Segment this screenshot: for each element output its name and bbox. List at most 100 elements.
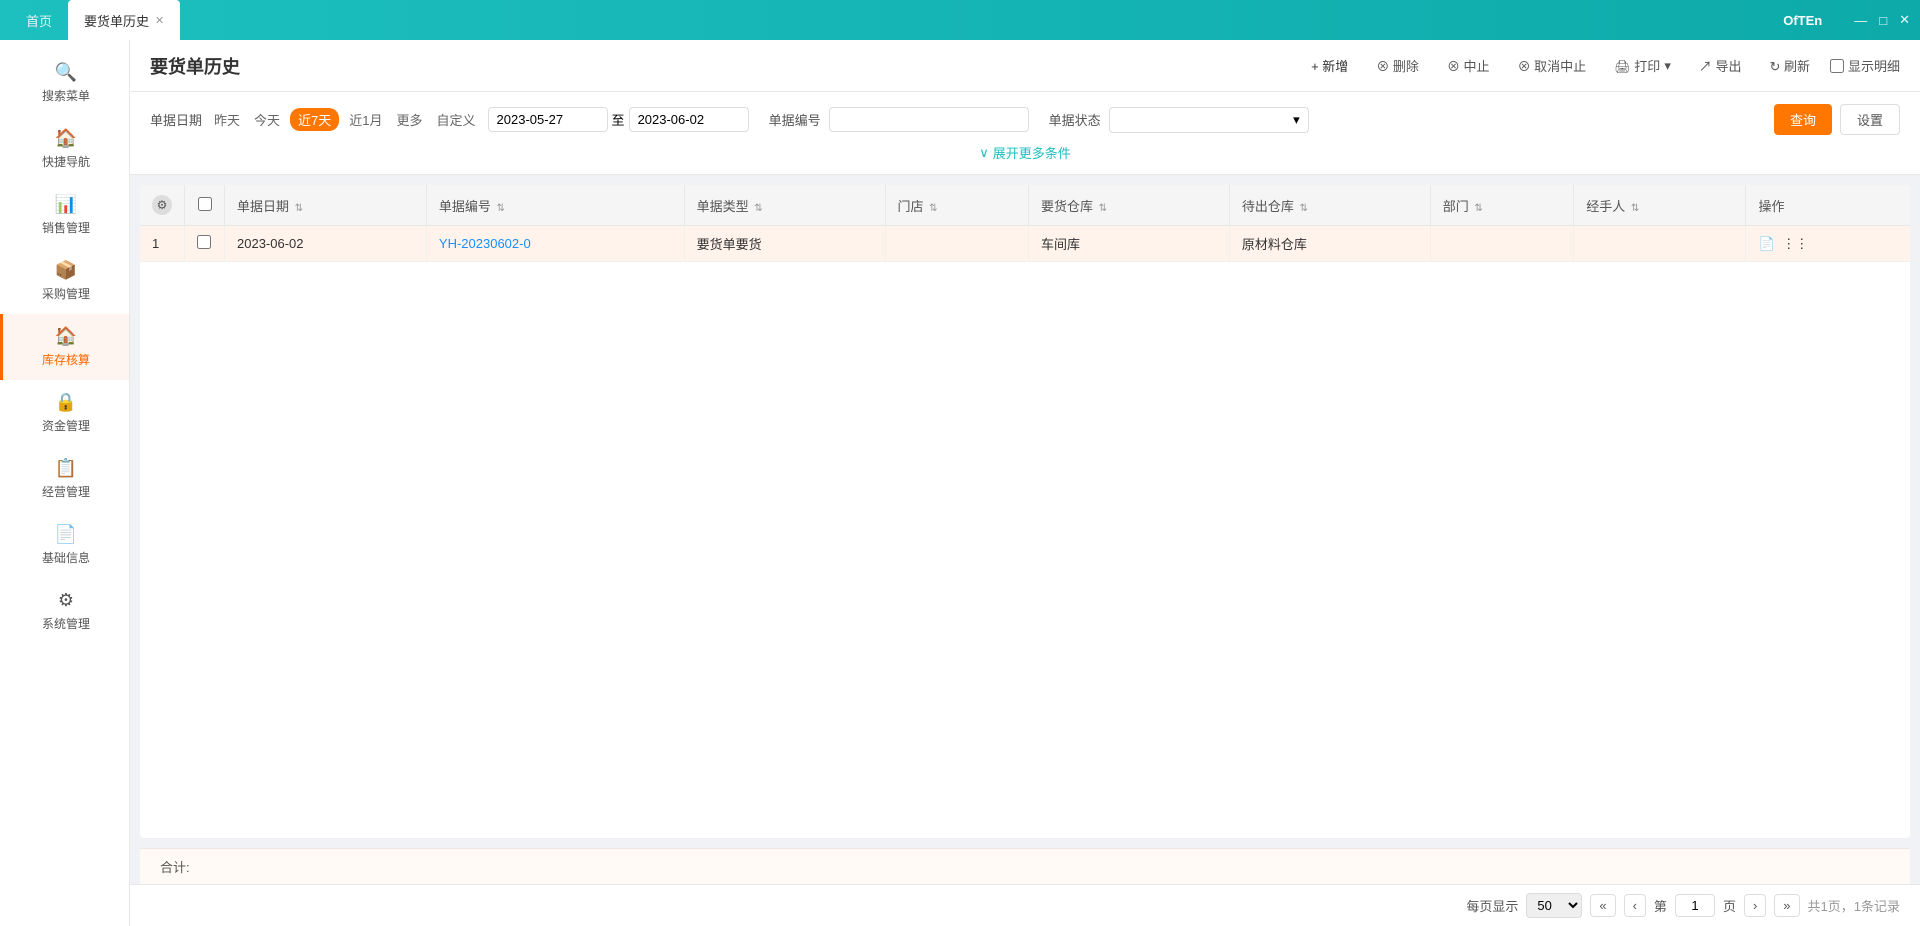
delete-button[interactable]: ⊗ 删除 <box>1368 52 1427 79</box>
export-button[interactable]: ↗ 导出 <box>1691 52 1750 79</box>
expand-button[interactable]: ∨ 展开更多条件 <box>979 143 1071 162</box>
sidebar-item-purchase-mgmt[interactable]: 📦 采购管理 <box>0 248 129 314</box>
table-container: ⚙ 单据日期 ⇅ 单据编号 ⇅ <box>140 185 1910 838</box>
sidebar-item-sales-mgmt[interactable]: 📊 销售管理 <box>0 182 129 248</box>
filter-actions: 查询 设置 <box>1774 104 1900 135</box>
row-doc-date: 2023-06-02 <box>225 226 427 262</box>
maximize-icon[interactable]: □ <box>1879 13 1887 28</box>
select-all-checkbox[interactable] <box>198 197 212 211</box>
sidebar-item-fund-mgmt[interactable]: 🔒 资金管理 <box>0 380 129 446</box>
sort-req-warehouse-icon[interactable]: ⇅ <box>1099 203 1107 214</box>
col-operation: 操作 <box>1746 185 1910 226</box>
table-row: 1 2023-06-02 YH-20230602-0 要货单要货 <box>140 226 1910 262</box>
prev-page-button[interactable]: ‹ <box>1624 894 1646 917</box>
row-op1-icon[interactable]: 📄 <box>1758 236 1774 251</box>
page-label: 第 <box>1654 896 1667 915</box>
next-page-button[interactable]: › <box>1744 894 1766 917</box>
query-button[interactable]: 查询 <box>1774 104 1832 135</box>
sort-handler-icon[interactable]: ⇅ <box>1631 203 1639 214</box>
page-title: 要货单历史 <box>150 53 240 79</box>
sort-doc-no-icon[interactable]: ⇅ <box>497 203 505 214</box>
date-shortcut-today[interactable]: 今天 <box>250 108 284 131</box>
date-end-input[interactable] <box>629 107 749 132</box>
col-doc-date: 单据日期 ⇅ <box>225 185 427 226</box>
date-shortcut-more[interactable]: 更多 <box>393 108 427 131</box>
sort-doc-date-icon[interactable]: ⇅ <box>295 203 303 214</box>
tab-home[interactable]: 首页 <box>10 0 68 40</box>
doc-no-label: 单据编号 <box>769 110 821 129</box>
sort-pending-warehouse-icon[interactable]: ⇅ <box>1300 203 1308 214</box>
row-doc-type: 要货单要货 <box>684 226 885 262</box>
row-op2-icon[interactable]: ⋮⋮ <box>1782 236 1808 251</box>
last-page-button[interactable]: » <box>1774 894 1799 917</box>
col-settings: ⚙ <box>140 185 185 226</box>
sort-dept-icon[interactable]: ⇅ <box>1474 203 1482 214</box>
print-dropdown-icon[interactable]: ▾ <box>1664 58 1671 74</box>
row-checkbox <box>185 226 225 262</box>
col-pending-warehouse: 待出仓库 ⇅ <box>1229 185 1430 226</box>
operations-mgmt-icon: 📋 <box>55 458 77 479</box>
content-area: 要货单历史 + 新增 ⊗ 删除 ⊗ 中止 ⊗ 取消中止 🖨 打印 ▾ <box>130 40 1920 926</box>
search-menu-icon: 🔍 <box>55 62 77 83</box>
data-table: ⚙ 单据日期 ⇅ 单据编号 ⇅ <box>140 185 1910 262</box>
date-shortcut-yesterday[interactable]: 昨天 <box>210 108 244 131</box>
display-detail-checkbox[interactable] <box>1830 59 1844 73</box>
sort-store-icon[interactable]: ⇅ <box>929 203 937 214</box>
date-shortcut-last-month[interactable]: 近1月 <box>345 108 386 131</box>
sidebar-item-quick-nav[interactable]: 🏠 快捷导航 <box>0 116 129 182</box>
brand-label: OfTEn <box>1783 13 1822 28</box>
stop-button[interactable]: ⊗ 中止 <box>1439 52 1498 79</box>
page-header: 要货单历史 + 新增 ⊗ 删除 ⊗ 中止 ⊗ 取消中止 🖨 打印 ▾ <box>130 40 1920 92</box>
row-req-warehouse: 车间库 <box>1029 226 1230 262</box>
date-shortcut-custom[interactable]: 自定义 <box>433 108 480 131</box>
date-start-input[interactable] <box>488 107 608 132</box>
close-icon[interactable]: ✕ <box>1899 12 1910 28</box>
system-mgmt-icon: ⚙ <box>58 590 74 611</box>
display-detail-toggle[interactable]: 显示明细 <box>1830 56 1900 75</box>
first-page-button[interactable]: « <box>1590 894 1615 917</box>
col-doc-no: 单据编号 ⇅ <box>426 185 684 226</box>
row-doc-no: YH-20230602-0 <box>426 226 684 262</box>
toolbar: + 新增 ⊗ 删除 ⊗ 中止 ⊗ 取消中止 🖨 打印 ▾ ↗ 导出 <box>1303 52 1900 79</box>
settings-button[interactable]: 设置 <box>1840 104 1900 135</box>
new-button[interactable]: + 新增 <box>1303 52 1356 79</box>
col-req-warehouse: 要货仓库 ⇅ <box>1029 185 1230 226</box>
date-shortcut-last7days[interactable]: 近7天 <box>290 108 339 131</box>
per-page-select[interactable]: 50 100 200 <box>1526 893 1582 918</box>
tab-bar: 首页 要货单历史 ✕ <box>10 0 1783 40</box>
column-settings-icon[interactable]: ⚙ <box>152 195 172 215</box>
row-dept <box>1430 226 1574 262</box>
sidebar-item-basic-info[interactable]: 📄 基础信息 <box>0 512 129 578</box>
minimize-icon[interactable]: — <box>1854 13 1867 28</box>
row-select-checkbox[interactable] <box>197 235 211 249</box>
doc-no-input[interactable] <box>829 107 1029 132</box>
main-layout: 🔍 搜索菜单 🏠 快捷导航 📊 销售管理 📦 采购管理 🏠 库存核算 🔒 资金管… <box>0 40 1920 926</box>
inventory-check-icon: 🏠 <box>55 326 77 347</box>
sidebar-item-system-mgmt[interactable]: ⚙ 系统管理 <box>0 578 129 644</box>
status-select[interactable]: ▾ <box>1109 107 1309 133</box>
col-handler: 经手人 ⇅ <box>1574 185 1746 226</box>
purchase-mgmt-icon: 📦 <box>55 260 77 281</box>
col-store: 门店 ⇅ <box>885 185 1029 226</box>
sidebar-item-inventory-check[interactable]: 🏠 库存核算 <box>0 314 129 380</box>
sidebar-item-operations-mgmt[interactable]: 📋 经营管理 <box>0 446 129 512</box>
date-filter-group: 单据日期 昨天 今天 近7天 近1月 更多 自定义 至 <box>150 107 749 132</box>
tab-requisition-history[interactable]: 要货单历史 ✕ <box>68 0 180 40</box>
doc-no-filter-group: 单据编号 <box>769 107 1029 132</box>
basic-info-icon: 📄 <box>55 524 77 545</box>
per-page-label: 每页显示 <box>1466 896 1518 915</box>
sales-mgmt-icon: 📊 <box>55 194 77 215</box>
tab-close-icon[interactable]: ✕ <box>155 14 164 27</box>
doc-no-link[interactable]: YH-20230602-0 <box>439 236 531 251</box>
fund-mgmt-icon: 🔒 <box>55 392 77 413</box>
row-pending-warehouse: 原材料仓库 <box>1229 226 1430 262</box>
print-button[interactable]: 🖨 打印 ▾ <box>1606 52 1679 79</box>
refresh-button[interactable]: ↻ 刷新 <box>1761 52 1818 79</box>
cancel-stop-button[interactable]: ⊗ 取消中止 <box>1510 52 1595 79</box>
status-filter-group: 单据状态 ▾ <box>1049 107 1309 133</box>
sidebar-item-search-menu[interactable]: 🔍 搜索菜单 <box>0 50 129 116</box>
sort-doc-type-icon[interactable]: ⇅ <box>754 203 762 214</box>
total-label: 合计: <box>160 857 190 876</box>
row-store <box>885 226 1029 262</box>
page-number-input[interactable] <box>1675 894 1715 917</box>
